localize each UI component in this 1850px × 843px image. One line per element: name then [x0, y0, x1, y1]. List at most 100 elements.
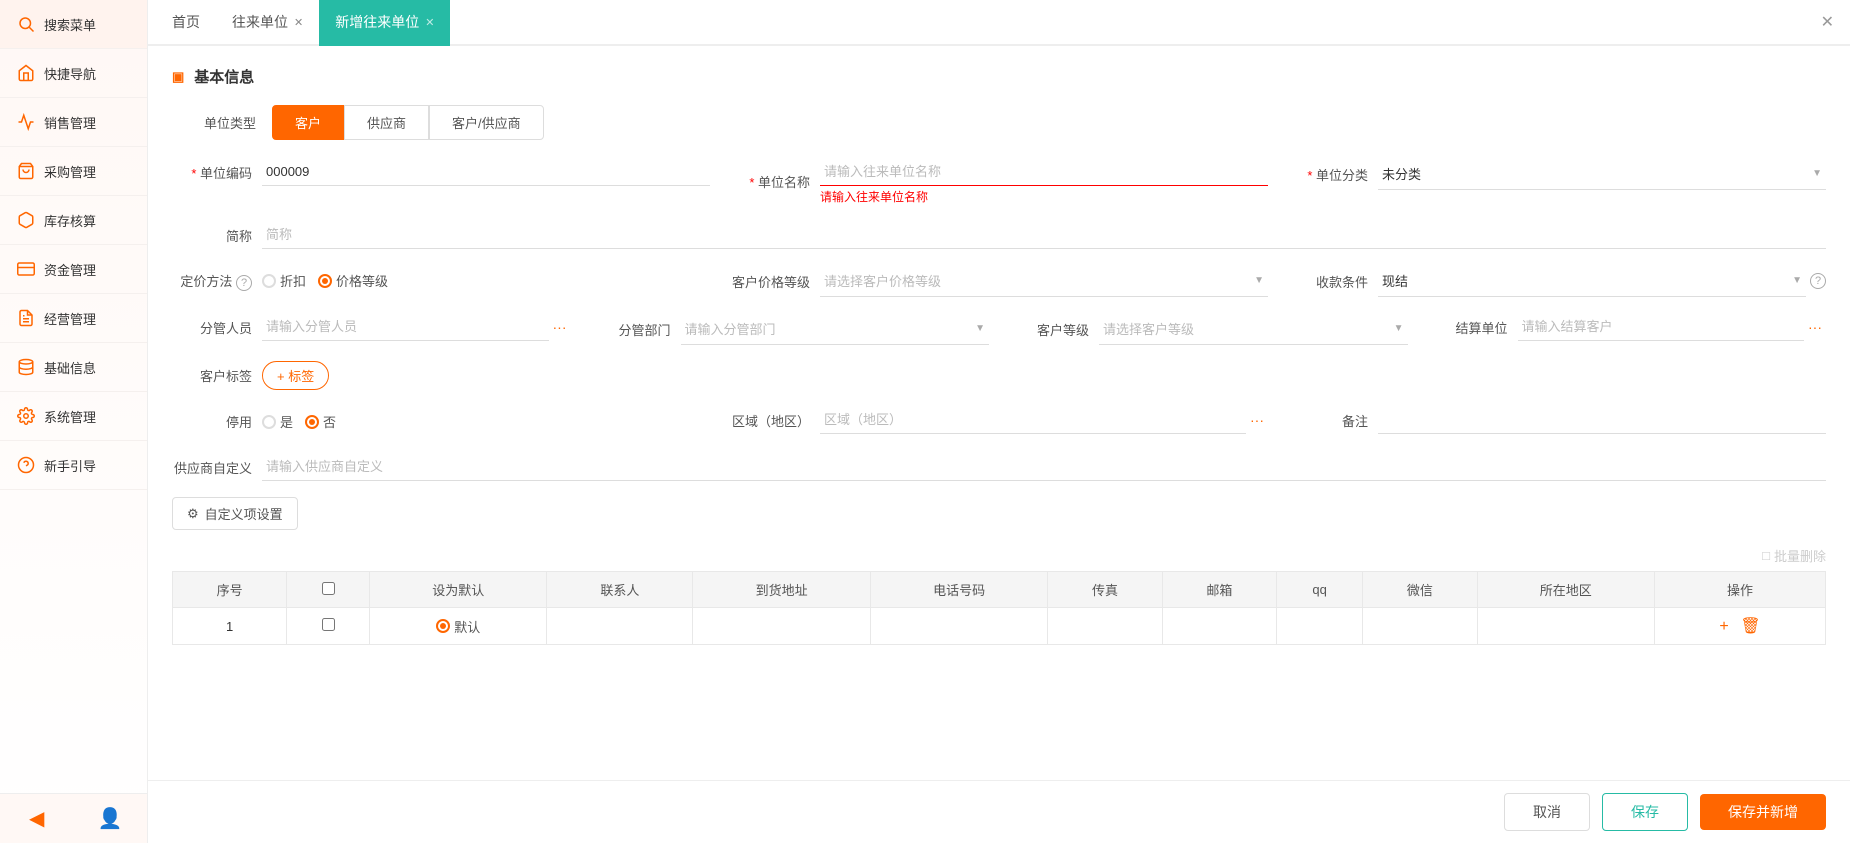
bag-icon — [16, 161, 36, 181]
manager-input[interactable] — [262, 313, 549, 341]
chart-icon — [16, 112, 36, 132]
unit-category-select[interactable]: 未分类 ▼ — [1378, 158, 1826, 190]
sidebar-item-quicknav[interactable]: 快捷导航 — [0, 49, 147, 98]
remark-input[interactable] — [1378, 406, 1826, 434]
sidebar-item-guide[interactable]: 新手引导 — [0, 441, 147, 490]
manager-ellipsis-btn[interactable]: ··· — [549, 319, 571, 335]
billing-unit-ellipsis-btn[interactable]: ··· — [1804, 319, 1826, 335]
tab-new-partner[interactable]: 新增往来单位 ✕ — [319, 0, 450, 46]
custom-settings-btn[interactable]: ⚙ 自定义项设置 — [172, 497, 298, 530]
col-default: 设为默认 — [369, 572, 547, 608]
form-row-6: 停用 是 否 区域（地区） ··· — [172, 406, 1826, 437]
customer-level-chevron: ▼ — [1394, 323, 1404, 334]
sidebar-item-search[interactable]: 搜索菜单 — [0, 0, 147, 49]
sidebar-item-sales[interactable]: 销售管理 — [0, 98, 147, 147]
unit-category-field: 单位分类 未分类 ▼ — [1288, 158, 1826, 190]
gear-icon — [16, 406, 36, 426]
abbr-input[interactable] — [262, 221, 1826, 249]
default-radio-item[interactable]: 默认 — [380, 617, 537, 636]
delete-row-btn[interactable]: 🗑 — [1736, 618, 1764, 635]
billing-unit-field: 结算单位 ··· — [1428, 313, 1827, 341]
unit-name-input[interactable] — [820, 158, 1268, 186]
customer-level-select[interactable]: 请选择客户等级 ▼ — [1099, 313, 1408, 345]
add-row-btn[interactable]: + — [1715, 618, 1732, 635]
form-row-7: 供应商自定义 — [172, 453, 1826, 481]
area-input[interactable] — [820, 406, 1246, 434]
unit-name-field: 单位名称 请输入往来单位名称 — [730, 158, 1268, 205]
col-action: 操作 — [1655, 572, 1826, 608]
col-email: 邮箱 — [1162, 572, 1276, 608]
tab-new-partner-close[interactable]: ✕ — [425, 16, 434, 29]
tab-bar: 首页 往来单位 ✕ 新增往来单位 ✕ ✕ — [148, 0, 1850, 46]
cancel-button[interactable]: 取消 — [1504, 793, 1590, 831]
section-title: ▣ 基本信息 — [172, 66, 1826, 87]
supplier-custom-field: 供应商自定义 — [172, 453, 1826, 481]
sidebar-item-basic[interactable]: 基础信息 — [0, 343, 147, 392]
batch-delete-row[interactable]: □ 批量删除 — [172, 546, 1826, 565]
supplier-custom-input[interactable] — [262, 453, 1826, 481]
customer-level-field: 客户等级 请选择客户等级 ▼ — [1009, 313, 1408, 345]
sidebar-item-inventory[interactable]: 库存核算 — [0, 196, 147, 245]
tab-partners[interactable]: 往来单位 ✕ — [216, 0, 319, 46]
unit-type-customer-btn[interactable]: 客户 — [272, 105, 344, 140]
dept-select[interactable]: 请输入分管部门 ▼ — [681, 313, 990, 345]
pricing-help-icon[interactable]: ? — [236, 275, 252, 291]
cell-wechat — [1363, 608, 1477, 645]
gear-settings-icon: ⚙ — [187, 506, 199, 522]
disabled-no-circle — [305, 415, 319, 429]
disabled-radio-no[interactable]: 否 — [305, 412, 336, 431]
pricing-radio-discount[interactable]: 折扣 — [262, 271, 306, 290]
home-icon — [16, 63, 36, 83]
sidebar-item-operation[interactable]: 经营管理 — [0, 294, 147, 343]
disabled-field: 停用 是 否 — [172, 406, 710, 437]
database-icon — [16, 357, 36, 377]
form-row-5: 客户标签 + 标签 — [172, 361, 1826, 390]
search-icon — [16, 14, 36, 34]
save-new-button[interactable]: 保存并新增 — [1700, 794, 1826, 830]
wallet-icon — [16, 259, 36, 279]
unit-code-input[interactable] — [262, 158, 710, 186]
sidebar-item-finance[interactable]: 资金管理 — [0, 245, 147, 294]
cell-phone — [870, 608, 1048, 645]
sidebar-collapse-btn[interactable]: ◀ — [0, 794, 74, 843]
cell-email — [1162, 608, 1276, 645]
save-button[interactable]: 保存 — [1602, 793, 1688, 831]
row-checkbox[interactable] — [322, 618, 335, 631]
cell-check — [287, 608, 370, 645]
chevron-down-icon: ▼ — [1812, 168, 1822, 179]
payment-chevron: ▼ — [1792, 275, 1802, 286]
pricing-radio-price-level[interactable]: 价格等级 — [318, 271, 388, 290]
dept-chevron: ▼ — [975, 323, 985, 334]
customer-price-select[interactable]: 请选择客户价格等级 ▼ — [820, 265, 1268, 297]
payment-select[interactable]: 现结 ▼ — [1378, 265, 1806, 297]
sidebar-item-purchase[interactable]: 采购管理 — [0, 147, 147, 196]
window-close-btn[interactable]: ✕ — [1813, 12, 1842, 32]
table-row: 1 默认 — [173, 608, 1826, 645]
payment-help-icon[interactable]: ? — [1810, 273, 1826, 289]
unit-type-both-btn[interactable]: 客户/供应商 — [429, 105, 544, 140]
disabled-radio-yes[interactable]: 是 — [262, 412, 293, 431]
billing-unit-input[interactable] — [1518, 313, 1805, 341]
batch-delete-icon: □ — [1762, 548, 1770, 563]
col-fax: 传真 — [1048, 572, 1162, 608]
customer-price-field: 客户价格等级 请选择客户价格等级 ▼ — [730, 265, 1268, 297]
tab-partners-close[interactable]: ✕ — [294, 16, 303, 29]
form-row-1: 单位编码 单位名称 请输入往来单位名称 单位分类 未分类 ▼ — [172, 158, 1826, 205]
cell-qq — [1277, 608, 1363, 645]
pricing-label: 定价方法 ? — [172, 271, 262, 291]
abbr-field: 简称 — [172, 221, 1826, 249]
select-all-checkbox[interactable] — [322, 582, 335, 595]
sidebar-item-system[interactable]: 系统管理 — [0, 392, 147, 441]
cell-action: + 🗑 — [1655, 608, 1826, 645]
tab-home[interactable]: 首页 — [156, 0, 216, 46]
payment-field: 收款条件 现结 ▼ ? — [1288, 265, 1826, 297]
box-icon — [16, 210, 36, 230]
sidebar-user-btn[interactable]: 👤 — [74, 794, 148, 843]
add-tag-btn[interactable]: + 标签 — [262, 361, 329, 390]
form-content: ▣ 基本信息 单位类型 客户 供应商 客户/供应商 单位编码 单位名称 请输入往… — [148, 46, 1850, 780]
cell-address — [693, 608, 871, 645]
unit-type-supplier-btn[interactable]: 供应商 — [344, 105, 429, 140]
custom-settings-section: ⚙ 自定义项设置 — [172, 497, 1826, 542]
area-ellipsis-btn[interactable]: ··· — [1246, 412, 1268, 428]
disabled-yes-circle — [262, 415, 276, 429]
